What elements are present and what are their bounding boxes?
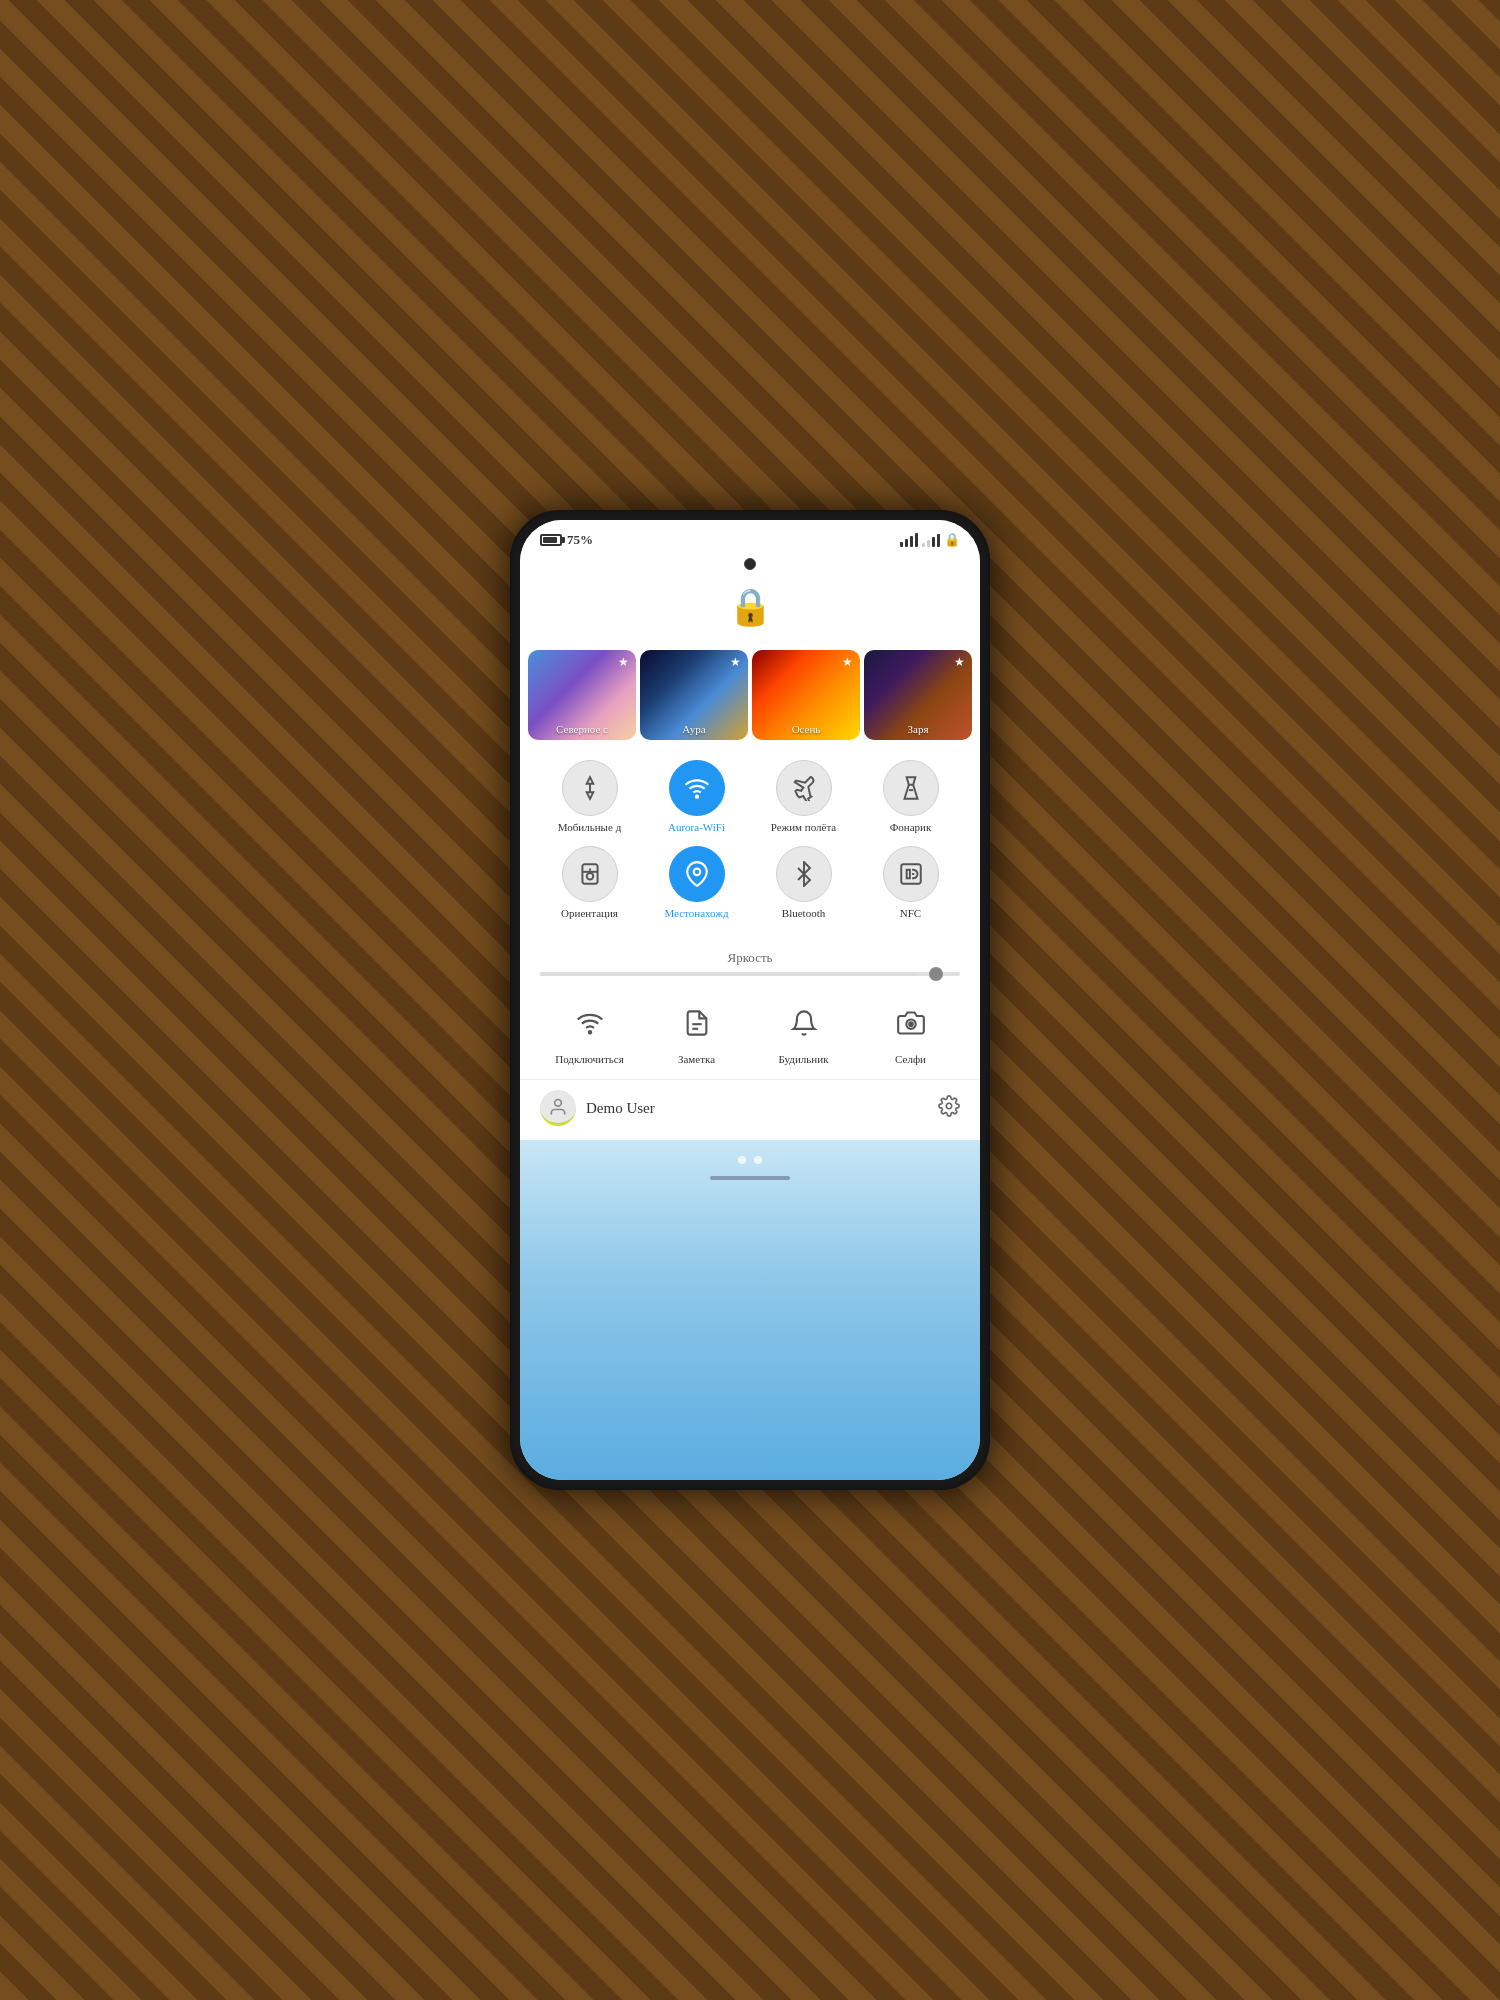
action-alarm-label: Будильник <box>779 1053 829 1065</box>
home-dots <box>738 1156 762 1164</box>
wallpaper-autumn-label: Осень <box>752 723 860 735</box>
tile-orientation-label: Ориентация <box>561 907 618 920</box>
action-connect-label: Подключиться <box>555 1053 624 1065</box>
user-section: Demo User <box>520 1079 980 1140</box>
action-note-label: Заметка <box>678 1053 715 1065</box>
brightness-fill <box>540 972 918 976</box>
svg-point-14 <box>909 1023 913 1026</box>
tile-nfc[interactable]: NFC <box>871 846 951 920</box>
wifi-signal-icon <box>900 533 918 547</box>
battery-icon <box>540 534 562 546</box>
nfc-icon <box>883 846 939 902</box>
tile-wifi[interactable]: Aurora-WiFi <box>657 760 737 834</box>
svg-rect-5 <box>582 864 597 884</box>
tile-flashlight[interactable]: Фонарик <box>871 760 951 834</box>
brightness-thumb[interactable] <box>929 967 943 981</box>
connect-icon <box>565 998 615 1048</box>
tile-bluetooth-label: Bluetooth <box>782 907 825 920</box>
tile-location[interactable]: Местонахожд <box>657 846 737 920</box>
lock-icon: 🔒 <box>728 586 773 628</box>
alarm-icon <box>779 998 829 1048</box>
action-selfie-label: Селфи <box>895 1053 926 1065</box>
svg-point-16 <box>946 1103 952 1109</box>
status-bar: 75% 🔒 <box>520 520 980 556</box>
quick-actions: Подключиться Заметка <box>520 988 980 1079</box>
lock-status-icon: 🔒 <box>944 532 960 548</box>
dot-1 <box>738 1156 746 1164</box>
tile-nfc-label: NFC <box>900 907 921 920</box>
star-north: ★ <box>618 655 629 670</box>
home-bar[interactable] <box>710 1176 790 1180</box>
wallpaper-north[interactable]: ★ Северное с <box>528 650 636 740</box>
user-name: Demo User <box>586 1100 655 1117</box>
tile-airplane[interactable]: Режим полёта <box>764 760 844 834</box>
tile-airplane-label: Режим полёта <box>771 821 837 834</box>
svg-point-10 <box>588 1032 590 1034</box>
tile-mobile-data[interactable]: Мобильные д <box>550 760 630 834</box>
svg-point-6 <box>586 873 593 880</box>
star-aura: ★ <box>730 655 741 670</box>
tiles-row-1: Мобильные д Aurora-WiFi <box>536 760 964 834</box>
tile-mobile-data-label: Мобильные д <box>558 821 622 834</box>
tile-wifi-label: Aurora-WiFi <box>668 821 725 834</box>
tile-flashlight-label: Фонарик <box>890 821 932 834</box>
wallpaper-autumn[interactable]: ★ Осень <box>752 650 860 740</box>
wallpaper-strip: ★ Северное с ★ Аура ★ Осень ★ Заря <box>520 650 980 750</box>
brightness-section: Яркость <box>520 942 980 988</box>
star-dawn: ★ <box>954 655 965 670</box>
svg-marker-2 <box>586 792 593 799</box>
action-alarm[interactable]: Будильник <box>764 998 844 1065</box>
note-icon <box>672 998 722 1048</box>
orientation-icon <box>562 846 618 902</box>
action-note[interactable]: Заметка <box>657 998 737 1065</box>
tile-orientation[interactable]: Ориентация <box>550 846 630 920</box>
location-icon <box>669 846 725 902</box>
dot-2 <box>754 1156 762 1164</box>
user-info: Demo User <box>540 1090 655 1126</box>
action-selfie[interactable]: Селфи <box>871 998 951 1065</box>
quick-tiles: Мобильные д Aurora-WiFi <box>520 750 980 942</box>
svg-marker-0 <box>586 777 593 784</box>
selfie-icon <box>886 998 936 1048</box>
front-camera <box>744 558 756 570</box>
phone-screen: 75% 🔒 <box>520 520 980 1480</box>
wifi-icon <box>669 760 725 816</box>
bluetooth-icon <box>776 846 832 902</box>
phone-device: 75% 🔒 <box>510 510 990 1490</box>
tile-bluetooth[interactable]: Bluetooth <box>764 846 844 920</box>
bottom-area <box>520 1140 980 1480</box>
tile-location-label: Местонахожд <box>664 907 728 920</box>
wallpaper-aura[interactable]: ★ Аура <box>640 650 748 740</box>
brightness-slider[interactable] <box>540 972 960 976</box>
cell-signal-icon <box>922 533 940 547</box>
flashlight-icon <box>883 760 939 816</box>
notch-area <box>520 556 980 576</box>
status-right: 🔒 <box>900 532 960 548</box>
svg-point-3 <box>695 796 697 798</box>
svg-point-8 <box>693 869 700 876</box>
action-connect[interactable]: Подключиться <box>550 998 630 1065</box>
status-left: 75% <box>540 532 593 548</box>
battery-percentage: 75% <box>567 532 593 548</box>
wallpaper-dawn[interactable]: ★ Заря <box>864 650 972 740</box>
wallpaper-aura-label: Аура <box>640 723 748 735</box>
mobile-data-icon <box>562 760 618 816</box>
wallpaper-north-label: Северное с <box>528 723 636 735</box>
star-autumn: ★ <box>842 655 853 670</box>
svg-point-15 <box>555 1099 562 1106</box>
brightness-label: Яркость <box>540 950 960 966</box>
airplane-icon <box>776 760 832 816</box>
user-avatar <box>540 1090 576 1126</box>
wallpaper-dawn-label: Заря <box>864 723 972 735</box>
lock-header: 🔒 <box>520 576 980 650</box>
tiles-row-2: Ориентация Местонахожд <box>536 846 964 920</box>
settings-button[interactable] <box>938 1095 960 1122</box>
